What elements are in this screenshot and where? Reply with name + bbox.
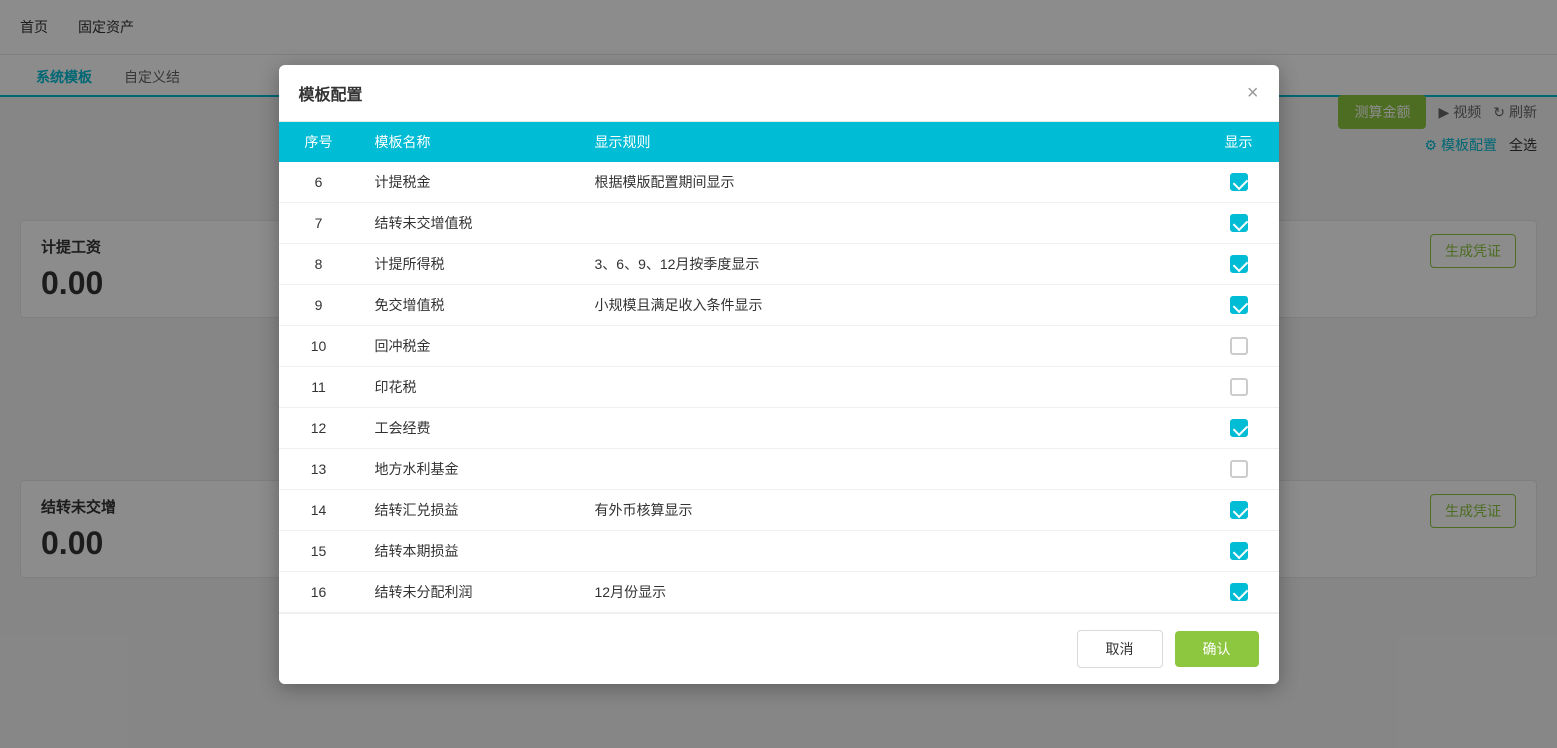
cell-display[interactable] bbox=[1199, 325, 1279, 366]
cell-name: 工会经费 bbox=[359, 407, 579, 448]
checkbox-13[interactable] bbox=[1230, 460, 1248, 478]
cell-name: 结转未分配利润 bbox=[359, 571, 579, 612]
cell-name: 回冲税金 bbox=[359, 325, 579, 366]
table-row: 15结转本期损益 bbox=[279, 530, 1279, 571]
cell-name: 结转未交增值税 bbox=[359, 202, 579, 243]
cell-seq: 9 bbox=[279, 284, 359, 325]
cell-display[interactable] bbox=[1199, 571, 1279, 612]
table-row: 10回冲税金 bbox=[279, 325, 1279, 366]
checkbox-7[interactable] bbox=[1230, 214, 1248, 232]
cell-seq: 8 bbox=[279, 243, 359, 284]
modal-close-button[interactable]: × bbox=[1247, 83, 1259, 103]
cell-display[interactable] bbox=[1199, 448, 1279, 489]
checkbox-10[interactable] bbox=[1230, 337, 1248, 355]
table-row: 9免交增值税小规模且满足收入条件显示 bbox=[279, 284, 1279, 325]
cell-name: 结转汇兑损益 bbox=[359, 489, 579, 530]
cell-rule bbox=[579, 202, 1199, 243]
col-header-display: 显示 bbox=[1199, 122, 1279, 162]
cell-seq: 12 bbox=[279, 407, 359, 448]
cancel-button[interactable]: 取消 bbox=[1077, 630, 1163, 668]
modal-title: 模板配置 bbox=[299, 81, 363, 105]
cell-seq: 16 bbox=[279, 571, 359, 612]
cell-seq: 13 bbox=[279, 448, 359, 489]
table-row: 16结转未分配利润12月份显示 bbox=[279, 571, 1279, 612]
col-header-rule: 显示规则 bbox=[579, 122, 1199, 162]
template-config-modal: 模板配置 × 序号 模板名称 显示规则 显示 6计提税金根据模版配置期间显示7结… bbox=[279, 65, 1279, 684]
col-header-name: 模板名称 bbox=[359, 122, 579, 162]
cell-name: 地方水利基金 bbox=[359, 448, 579, 489]
cell-rule: 小规模且满足收入条件显示 bbox=[579, 284, 1199, 325]
cell-rule bbox=[579, 325, 1199, 366]
cell-name: 计提所得税 bbox=[359, 243, 579, 284]
cell-rule bbox=[579, 407, 1199, 448]
cell-display[interactable] bbox=[1199, 530, 1279, 571]
cell-seq: 15 bbox=[279, 530, 359, 571]
cell-display[interactable] bbox=[1199, 202, 1279, 243]
col-header-seq: 序号 bbox=[279, 122, 359, 162]
checkbox-11[interactable] bbox=[1230, 378, 1248, 396]
cell-seq: 7 bbox=[279, 202, 359, 243]
modal-footer: 取消 确认 bbox=[279, 613, 1279, 684]
cell-display[interactable] bbox=[1199, 162, 1279, 203]
cell-seq: 14 bbox=[279, 489, 359, 530]
cell-name: 免交增值税 bbox=[359, 284, 579, 325]
checkbox-9[interactable] bbox=[1230, 296, 1248, 314]
cell-rule bbox=[579, 448, 1199, 489]
cell-name: 印花税 bbox=[359, 366, 579, 407]
cell-display[interactable] bbox=[1199, 407, 1279, 448]
cell-display[interactable] bbox=[1199, 366, 1279, 407]
table-row: 7结转未交增值税 bbox=[279, 202, 1279, 243]
table-row: 13地方水利基金 bbox=[279, 448, 1279, 489]
table-row: 11印花税 bbox=[279, 366, 1279, 407]
cell-seq: 11 bbox=[279, 366, 359, 407]
checkbox-12[interactable] bbox=[1230, 419, 1248, 437]
table-row: 14结转汇兑损益有外币核算显示 bbox=[279, 489, 1279, 530]
modal-table-wrap[interactable]: 序号 模板名称 显示规则 显示 6计提税金根据模版配置期间显示7结转未交增值税8… bbox=[279, 122, 1279, 613]
cell-name: 计提税金 bbox=[359, 162, 579, 203]
table-row: 8计提所得税3、6、9、12月按季度显示 bbox=[279, 243, 1279, 284]
confirm-button[interactable]: 确认 bbox=[1175, 631, 1259, 667]
cell-rule: 3、6、9、12月按季度显示 bbox=[579, 243, 1199, 284]
modal-overlay: 模板配置 × 序号 模板名称 显示规则 显示 6计提税金根据模版配置期间显示7结… bbox=[0, 0, 1557, 748]
cell-display[interactable] bbox=[1199, 284, 1279, 325]
cell-rule: 有外币核算显示 bbox=[579, 489, 1199, 530]
cell-display[interactable] bbox=[1199, 243, 1279, 284]
cell-rule: 根据模版配置期间显示 bbox=[579, 162, 1199, 203]
cell-seq: 6 bbox=[279, 162, 359, 203]
checkbox-8[interactable] bbox=[1230, 255, 1248, 273]
checkbox-14[interactable] bbox=[1230, 501, 1248, 519]
cell-seq: 10 bbox=[279, 325, 359, 366]
cell-rule bbox=[579, 530, 1199, 571]
cell-rule: 12月份显示 bbox=[579, 571, 1199, 612]
table-row: 12工会经费 bbox=[279, 407, 1279, 448]
cell-name: 结转本期损益 bbox=[359, 530, 579, 571]
checkbox-15[interactable] bbox=[1230, 542, 1248, 560]
checkbox-6[interactable] bbox=[1230, 173, 1248, 191]
modal-table: 序号 模板名称 显示规则 显示 6计提税金根据模版配置期间显示7结转未交增值税8… bbox=[279, 122, 1279, 613]
cell-display[interactable] bbox=[1199, 489, 1279, 530]
cell-rule bbox=[579, 366, 1199, 407]
modal-header: 模板配置 × bbox=[279, 65, 1279, 122]
table-row: 6计提税金根据模版配置期间显示 bbox=[279, 162, 1279, 203]
checkbox-16[interactable] bbox=[1230, 583, 1248, 601]
